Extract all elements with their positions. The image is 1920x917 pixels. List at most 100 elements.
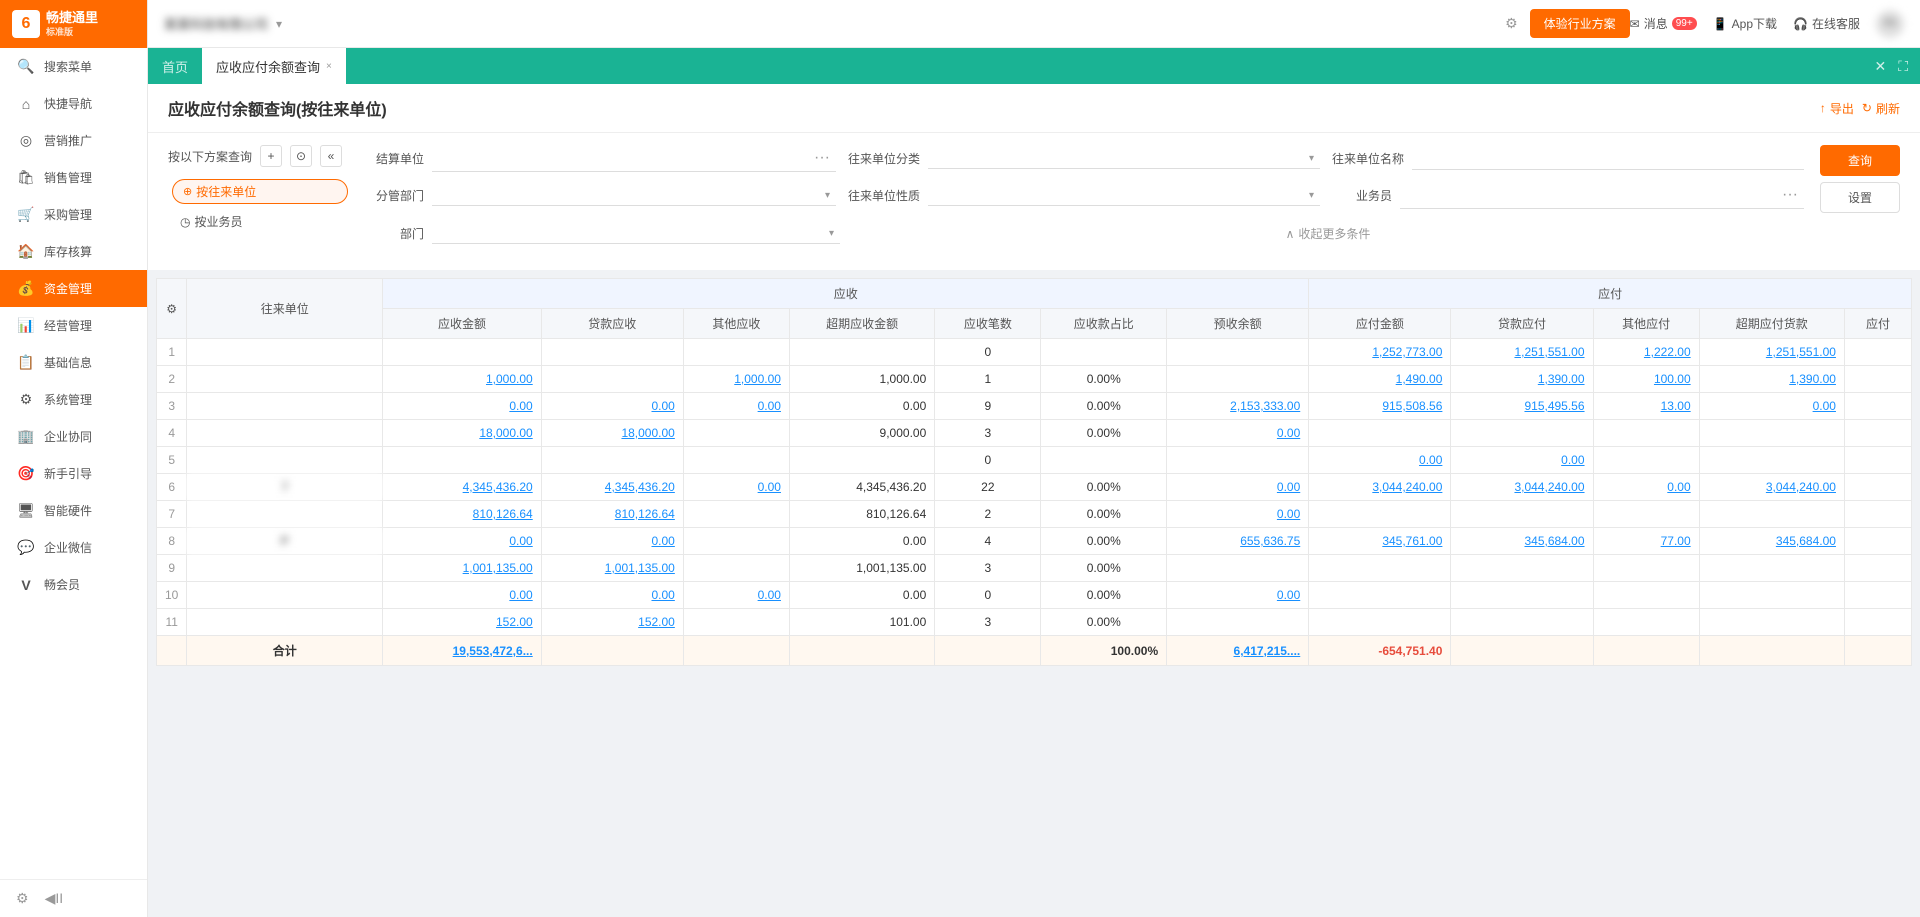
cell-value[interactable] — [1699, 609, 1844, 636]
cell-value[interactable] — [1309, 582, 1451, 609]
filter-group-by-customer[interactable]: ⊕ 按往来单位 — [172, 179, 348, 204]
cell-value[interactable]: 1,251,551.00 — [1451, 339, 1593, 366]
cell-value[interactable] — [683, 420, 789, 447]
cell-value[interactable]: 3,044,240.00 — [1309, 474, 1451, 501]
sidebar-item-corp[interactable]: 🏢 企业协同 — [0, 418, 147, 455]
sidebar-item-system[interactable]: ⚙ 系统管理 — [0, 381, 147, 418]
filter-group-by-salesman[interactable]: ◷ 按业务员 — [172, 210, 348, 233]
cell-value[interactable] — [1593, 555, 1699, 582]
cell-value[interactable]: 0.00 — [1309, 447, 1451, 474]
jiesuan-picker-icon[interactable]: ··· — [814, 149, 830, 167]
cell-value[interactable]: 1,001,135.00 — [383, 555, 541, 582]
setting-button[interactable]: 设置 — [1820, 182, 1900, 213]
cell-value[interactable]: 0.00 — [1699, 393, 1844, 420]
sidebar-item-hardware[interactable]: 🖥 智能硬件 — [0, 492, 147, 529]
cell-value[interactable]: 655,636.75 — [1167, 528, 1309, 555]
cell-value[interactable]: 4,345,436.20 — [383, 474, 541, 501]
cell-value[interactable]: 0.00 — [1167, 420, 1309, 447]
cell-value[interactable] — [1593, 582, 1699, 609]
promo-button[interactable]: 体验行业方案 — [1530, 9, 1630, 38]
cell-value[interactable] — [1451, 582, 1593, 609]
cell-value[interactable] — [683, 339, 789, 366]
cell-value[interactable] — [683, 528, 789, 555]
cell-value[interactable]: 345,761.00 — [1309, 528, 1451, 555]
cell-value[interactable]: 1,001,135.00 — [541, 555, 683, 582]
fenguan-arrow[interactable]: ▾ — [825, 190, 830, 201]
wanglai-xingzhi-arrow[interactable]: ▾ — [1309, 190, 1314, 201]
collapse-icon[interactable]: ◀II — [45, 890, 64, 907]
cell-value[interactable] — [1451, 420, 1593, 447]
cell-value[interactable]: 810,126.64 — [541, 501, 683, 528]
settings-icon[interactable]: ⚙ — [16, 890, 29, 907]
tab-expand-icon[interactable]: ⛶ — [1898, 58, 1908, 75]
cell-value[interactable]: 2,153,333.00 — [1167, 393, 1309, 420]
cell-value[interactable] — [541, 339, 683, 366]
cell-value[interactable] — [1451, 555, 1593, 582]
wanglai-mingcheng-input[interactable] — [1412, 147, 1804, 170]
cell-value[interactable] — [541, 366, 683, 393]
cell-value[interactable] — [1309, 501, 1451, 528]
cell-value[interactable]: 3,044,240.00 — [1699, 474, 1844, 501]
refresh-button[interactable]: ↻ 刷新 — [1862, 100, 1900, 117]
cell-value[interactable]: 18,000.00 — [541, 420, 683, 447]
cell-value[interactable]: 13.00 — [1593, 393, 1699, 420]
tab-close-window-icon[interactable]: ✕ — [1874, 58, 1886, 75]
cell-value[interactable] — [683, 555, 789, 582]
service-button[interactable]: 🎧 在线客服 — [1793, 15, 1860, 32]
cell-value[interactable]: 0.00 — [683, 393, 789, 420]
sidebar-item-purchase[interactable]: 🛒 采购管理 — [0, 196, 147, 233]
cell-value[interactable]: 1,000.00 — [683, 366, 789, 393]
cell-value[interactable]: 0.00 — [541, 528, 683, 555]
cell-value[interactable]: 915,508.56 — [1309, 393, 1451, 420]
sidebar-item-guide[interactable]: 🎯 新手引导 — [0, 455, 147, 492]
sidebar-item-inventory[interactable]: 🏠 库存核算 — [0, 233, 147, 270]
header-gear-icon[interactable]: ⚙ — [1505, 15, 1518, 32]
cell-value[interactable]: 0.00 — [541, 393, 683, 420]
avatar[interactable]: Rit — [1876, 10, 1904, 38]
cell-value[interactable] — [383, 339, 541, 366]
cell-value[interactable] — [1167, 447, 1309, 474]
sidebar-item-marketing[interactable]: ◎ 营销推广 — [0, 122, 147, 159]
yewuyuan-picker-icon[interactable]: ··· — [1782, 186, 1798, 204]
cell-value[interactable]: 0.00 — [383, 393, 541, 420]
cell-value[interactable]: 0.00 — [383, 582, 541, 609]
dropdown-arrow[interactable]: ▾ — [276, 17, 282, 31]
cell-value[interactable]: 1,490.00 — [1309, 366, 1451, 393]
cell-value[interactable] — [683, 447, 789, 474]
cell-value[interactable]: 1,390.00 — [1451, 366, 1593, 393]
footer-yushou[interactable]: 6,417,215.... — [1167, 636, 1309, 666]
cell-value[interactable]: 1,390.00 — [1699, 366, 1844, 393]
sidebar-item-basic[interactable]: 📋 基础信息 — [0, 344, 147, 381]
cell-value[interactable] — [1167, 366, 1309, 393]
cell-value[interactable]: 810,126.64 — [383, 501, 541, 528]
cell-value[interactable] — [1699, 555, 1844, 582]
cell-value[interactable]: 0.00 — [683, 474, 789, 501]
tab-home[interactable]: 首页 — [148, 48, 202, 84]
cell-value[interactable] — [383, 447, 541, 474]
cell-value[interactable] — [1593, 420, 1699, 447]
cell-value[interactable] — [1699, 420, 1844, 447]
cell-value[interactable]: 1,000.00 — [383, 366, 541, 393]
cell-value[interactable]: 3,044,240.00 — [1451, 474, 1593, 501]
cell-value[interactable]: 0.00 — [541, 582, 683, 609]
collapse-more-btn[interactable]: ∧ 收起更多条件 — [1280, 219, 1377, 248]
table-gear-icon[interactable]: ⚙ — [166, 302, 177, 316]
query-button[interactable]: 查询 — [1820, 145, 1900, 176]
cell-value[interactable] — [683, 501, 789, 528]
cell-value[interactable]: 345,684.00 — [1451, 528, 1593, 555]
tab-close-icon[interactable]: × — [326, 61, 332, 72]
cell-value[interactable]: 0.00 — [1593, 474, 1699, 501]
cell-value[interactable]: 0.00 — [1167, 474, 1309, 501]
cell-value[interactable]: 0.00 — [683, 582, 789, 609]
cell-value[interactable]: 77.00 — [1593, 528, 1699, 555]
cell-value[interactable]: 1,252,773.00 — [1309, 339, 1451, 366]
cell-value[interactable]: 18,000.00 — [383, 420, 541, 447]
cell-value[interactable]: 1,251,551.00 — [1699, 339, 1844, 366]
wanglai-fenlei-arrow[interactable]: ▾ — [1309, 153, 1314, 164]
cell-value[interactable] — [683, 609, 789, 636]
cell-value[interactable] — [1699, 447, 1844, 474]
cell-value[interactable] — [1593, 501, 1699, 528]
filter-settings-btn[interactable]: ⊙ — [290, 145, 312, 167]
cell-value[interactable] — [1451, 501, 1593, 528]
cell-value[interactable] — [1699, 501, 1844, 528]
